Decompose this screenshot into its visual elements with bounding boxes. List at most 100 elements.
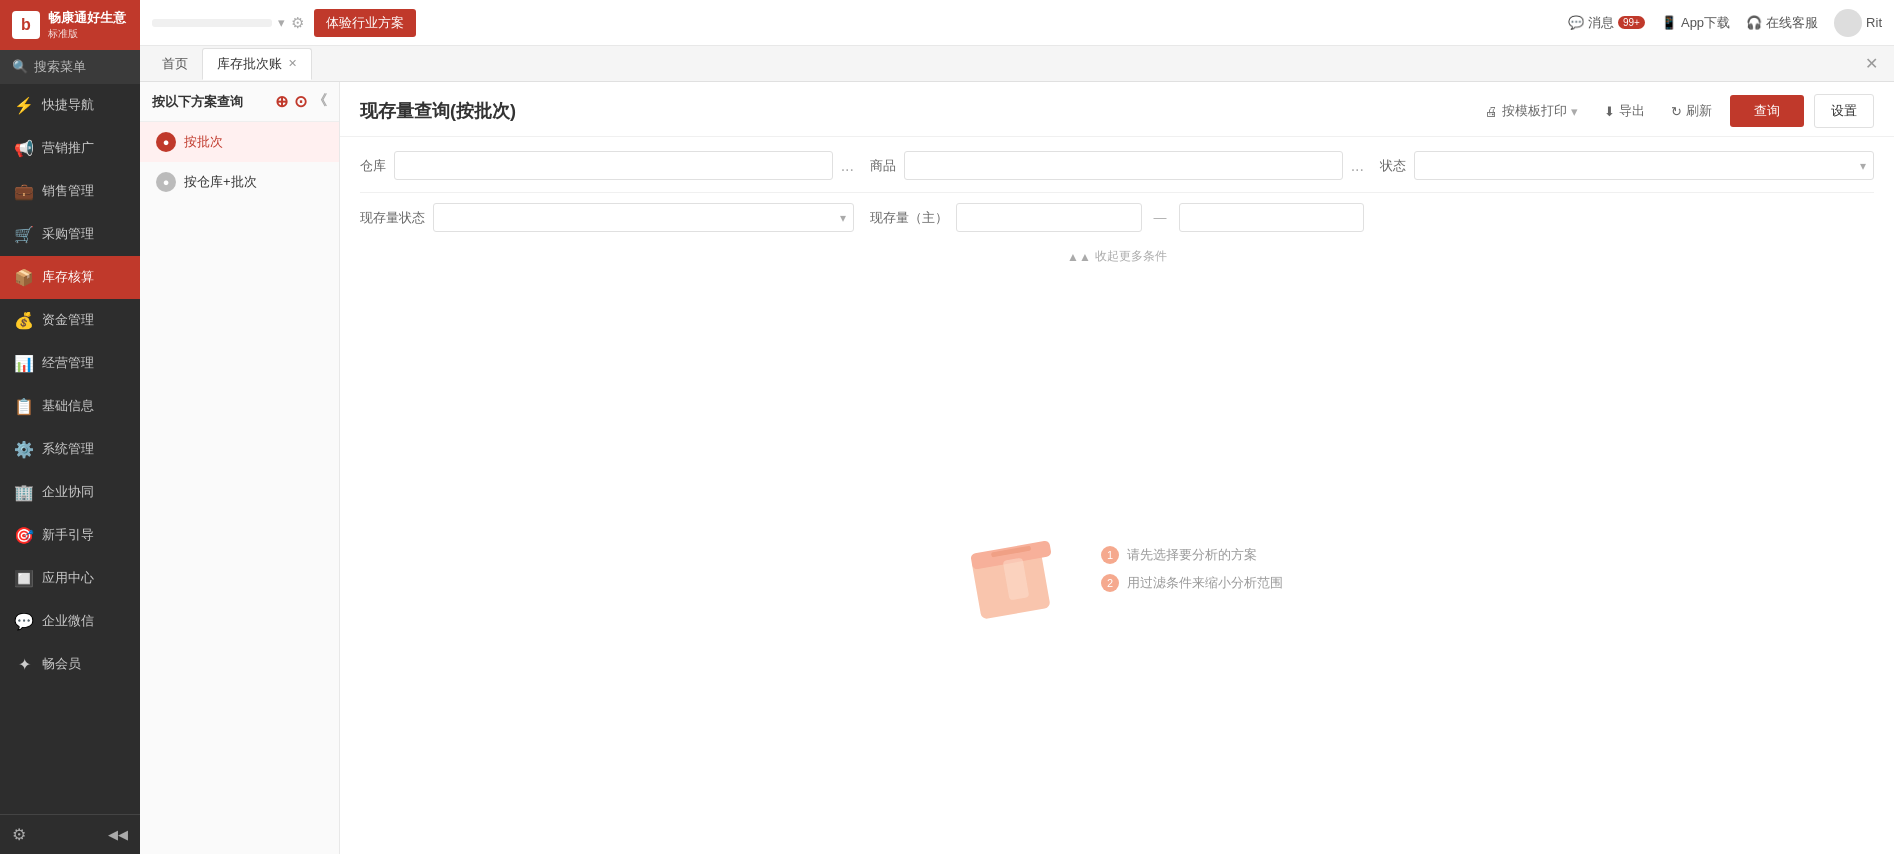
messages-badge: 99+ <box>1618 16 1645 29</box>
product-more-icon[interactable]: ... <box>1351 157 1364 175</box>
plan-icon-inactive: ● <box>156 172 176 192</box>
sidebar: b 畅康通好生意 标准版 🔍 搜索菜单 ⚡ 快捷导航 📢 营销推广 💼 销售管理… <box>0 0 140 854</box>
warehouse-input[interactable] <box>394 151 833 180</box>
settings-topbar-icon[interactable]: ⚙ <box>291 14 304 32</box>
sidebar-item-purchase[interactable]: 🛒 采购管理 <box>0 213 140 256</box>
query-button[interactable]: 查询 <box>1730 95 1804 127</box>
headset-icon: 🎧 <box>1746 15 1762 30</box>
product-input[interactable] <box>904 151 1343 180</box>
enterprise-icon: 🏢 <box>14 483 34 502</box>
online-service-button[interactable]: 🎧 在线客服 <box>1746 14 1818 32</box>
plan-label-by-batch: 按批次 <box>184 133 223 151</box>
left-panel-title: 按以下方案查询 <box>152 93 243 111</box>
messages-button[interactable]: 💬 消息 99+ <box>1568 14 1645 32</box>
hint-number-2: 2 <box>1101 574 1119 592</box>
sidebar-item-basic[interactable]: 📋 基础信息 <box>0 385 140 428</box>
filter-divider <box>360 192 1874 193</box>
main-qty-min-input[interactable] <box>956 203 1142 232</box>
sidebar-item-enterprise[interactable]: 🏢 企业协同 <box>0 471 140 514</box>
user-menu[interactable]: Rit <box>1834 9 1882 37</box>
export-label: 导出 <box>1619 102 1645 120</box>
sidebar-item-member[interactable]: ✦ 畅会员 <box>0 643 140 686</box>
page-header: 现存量查询(按批次) 🖨 按模板打印 ▾ ⬇ 导出 ↻ 刷新 <box>340 82 1894 137</box>
sidebar-item-marketing[interactable]: 📢 营销推广 <box>0 127 140 170</box>
search-menu-label: 搜索菜单 <box>34 58 86 76</box>
trial-button[interactable]: 体验行业方案 <box>314 9 416 37</box>
print-label: 按模板打印 <box>1502 102 1567 120</box>
warehouse-label: 仓库 <box>360 157 386 175</box>
sidebar-header-text: 畅康通好生意 标准版 <box>48 10 126 40</box>
message-icon: 💬 <box>1568 15 1584 30</box>
print-button[interactable]: 🖨 按模板打印 ▾ <box>1477 98 1586 124</box>
marketing-icon: 📢 <box>14 139 34 158</box>
main-qty-dash: — <box>1150 210 1171 225</box>
topbar-search[interactable] <box>152 19 272 27</box>
product-label: 商品 <box>870 157 896 175</box>
apps-icon: 🔲 <box>14 569 34 588</box>
main-qty-max-input[interactable] <box>1179 203 1365 232</box>
filter-row-2: 现存量状态 ▾ 现存量（主） — <box>360 203 1874 232</box>
sidebar-item-label: 销售管理 <box>42 182 94 200</box>
sidebar-item-label: 基础信息 <box>42 397 94 415</box>
basic-icon: 📋 <box>14 397 34 416</box>
main-qty-filter-group: 现存量（主） — <box>870 203 1364 232</box>
status-filter-group: 状态 ▾ <box>1380 151 1874 180</box>
sidebar-item-wechat[interactable]: 💬 企业微信 <box>0 600 140 643</box>
sidebar-item-guide[interactable]: 🎯 新手引导 <box>0 514 140 557</box>
finance-icon: 💰 <box>14 311 34 330</box>
tabbar: 首页 库存批次账 ✕ ✕ <box>140 46 1894 82</box>
print-dropdown-icon[interactable]: ▾ <box>1571 104 1578 119</box>
sidebar-item-system[interactable]: ⚙️ 系统管理 <box>0 428 140 471</box>
sidebar-collapse-button[interactable]: ◀◀ <box>108 827 128 842</box>
avatar <box>1834 9 1862 37</box>
collapse-panel-icon[interactable]: 《 <box>313 92 327 111</box>
collapse-more-button[interactable]: ▲▲ 收起更多条件 <box>360 244 1874 269</box>
sidebar-item-apps[interactable]: 🔲 应用中心 <box>0 557 140 600</box>
app-download-button[interactable]: 📱 App下载 <box>1661 14 1730 32</box>
export-button[interactable]: ⬇ 导出 <box>1596 98 1653 124</box>
sidebar-item-label: 经营管理 <box>42 354 94 372</box>
filter-area: 仓库 ... 商品 ... 状态 <box>340 137 1894 283</box>
tab-home[interactable]: 首页 <box>148 49 202 79</box>
tab-panel-close-icon[interactable]: ✕ <box>1857 54 1886 73</box>
sidebar-item-label: 采购管理 <box>42 225 94 243</box>
plan-item-by-warehouse-batch[interactable]: ● 按仓库+批次 <box>140 162 339 202</box>
tab-close-icon[interactable]: ✕ <box>288 57 297 70</box>
inventory-status-select-wrapper: ▾ <box>433 203 854 232</box>
page-title: 现存量查询(按批次) <box>360 99 516 123</box>
sidebar-item-label: 资金管理 <box>42 311 94 329</box>
page-actions: 🖨 按模板打印 ▾ ⬇ 导出 ↻ 刷新 查询 设置 <box>1477 94 1874 128</box>
guide-icon: 🎯 <box>14 526 34 545</box>
empty-state: 1 请先选择要分析的方案 2 用过滤条件来缩小分析范围 <box>340 283 1894 854</box>
purchase-icon: 🛒 <box>14 225 34 244</box>
inventory-status-select[interactable] <box>433 203 854 232</box>
add-plan-icon[interactable]: ⊕ <box>275 92 288 111</box>
inventory-icon: 📦 <box>14 268 34 287</box>
sidebar-item-label: 应用中心 <box>42 569 94 587</box>
system-icon: ⚙️ <box>14 440 34 459</box>
hint-item-2: 2 用过滤条件来缩小分析范围 <box>1101 574 1283 592</box>
dropdown-icon[interactable]: ▾ <box>278 15 285 30</box>
status-select[interactable] <box>1414 151 1874 180</box>
sidebar-item-inventory[interactable]: 📦 库存核算 <box>0 256 140 299</box>
search-menu[interactable]: 🔍 搜索菜单 <box>0 50 140 84</box>
sidebar-item-shortcut[interactable]: ⚡ 快捷导航 <box>0 84 140 127</box>
tab-inventory-batch[interactable]: 库存批次账 ✕ <box>202 48 312 80</box>
company-name: 畅康通好生意 <box>48 10 126 27</box>
left-panel-icons: ⊕ ⊙ 《 <box>275 92 327 111</box>
refresh-button[interactable]: ↻ 刷新 <box>1663 98 1720 124</box>
settings-button[interactable]: 设置 <box>1814 94 1874 128</box>
sidebar-item-sales[interactable]: 💼 销售管理 <box>0 170 140 213</box>
topbar-actions: 💬 消息 99+ 📱 App下载 🎧 在线客服 Rit <box>1568 9 1882 37</box>
main-qty-label: 现存量（主） <box>870 209 948 227</box>
breadcrumb: ▾ ⚙ <box>152 14 304 32</box>
sidebar-item-label: 库存核算 <box>42 268 94 286</box>
settings-icon[interactable]: ⚙ <box>12 825 26 844</box>
settings-plan-icon[interactable]: ⊙ <box>294 92 307 111</box>
sidebar-item-finance[interactable]: 💰 资金管理 <box>0 299 140 342</box>
plan-item-by-batch[interactable]: ● 按批次 <box>140 122 339 162</box>
collapse-more-label: 收起更多条件 <box>1095 248 1167 265</box>
sidebar-item-operations[interactable]: 📊 经营管理 <box>0 342 140 385</box>
warehouse-more-icon[interactable]: ... <box>841 157 854 175</box>
home-tab-label: 首页 <box>162 55 188 73</box>
